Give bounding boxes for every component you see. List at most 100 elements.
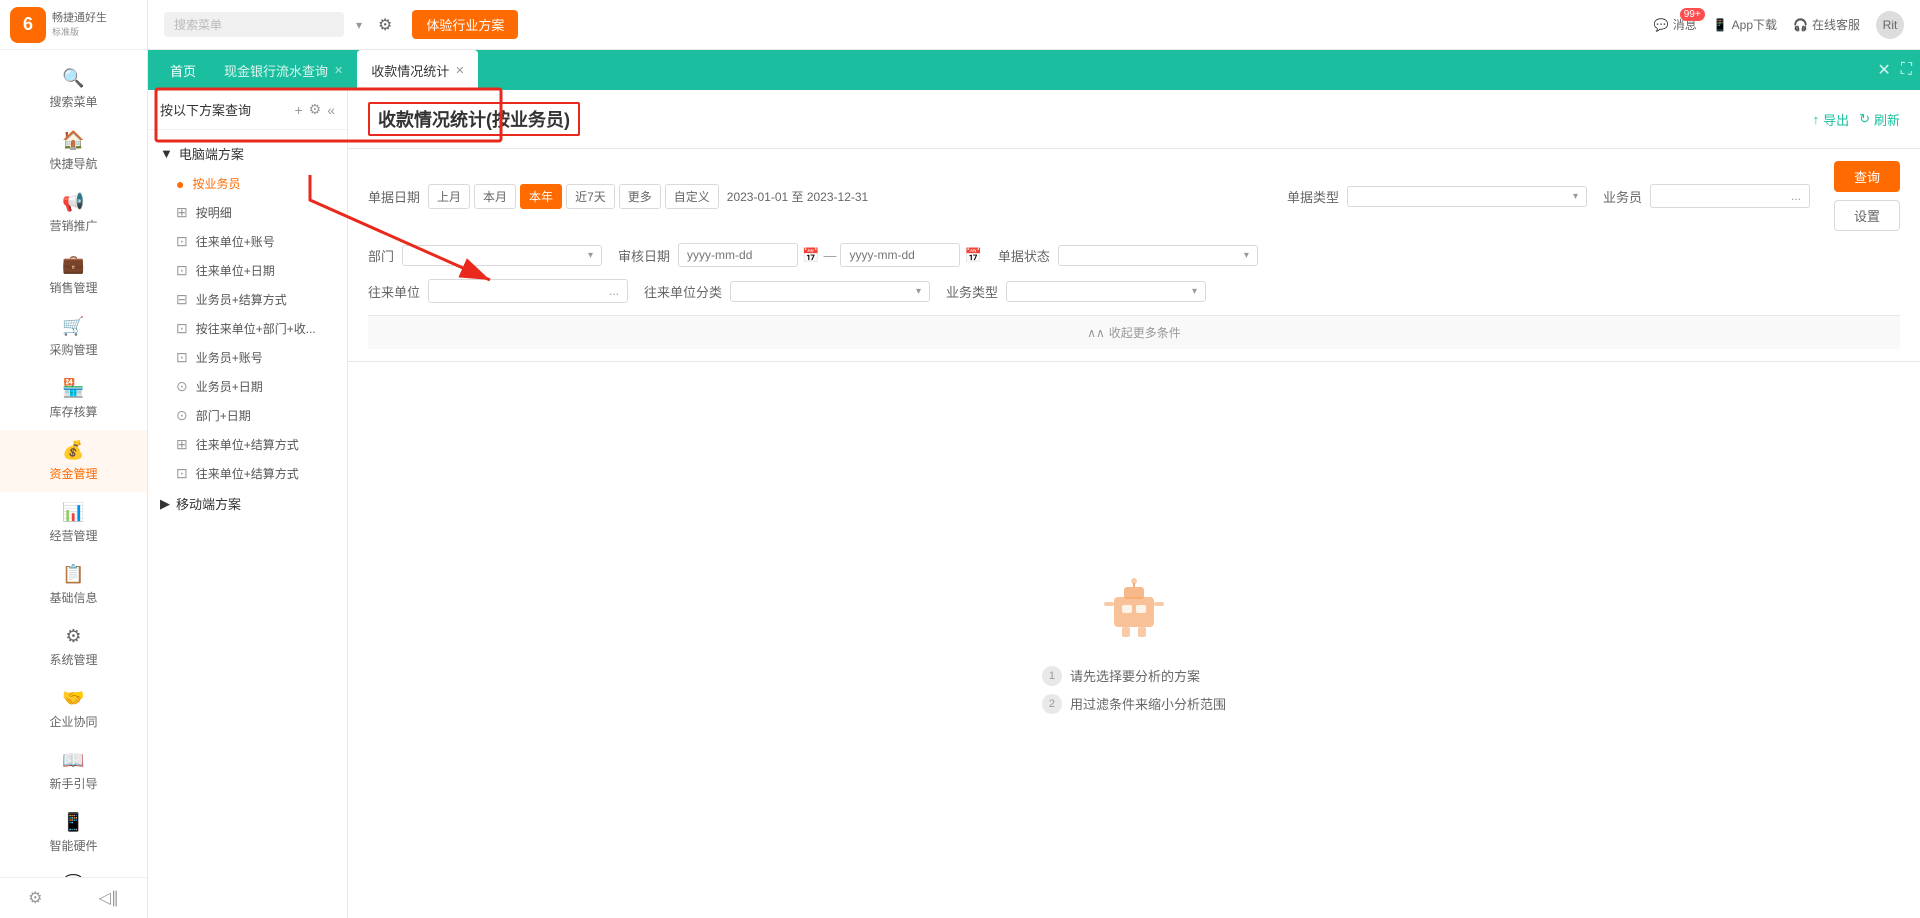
doctype-select[interactable]: ▾ [1347,186,1587,207]
scheme-title: 按以下方案查询 [160,100,251,119]
refresh-icon: ↻ [1859,111,1870,127]
sidebar-item-hardware[interactable]: 📱 智能硬件 [0,802,147,864]
collapse-label: 收起更多条件 [1109,324,1181,341]
scheme-setting-icon[interactable]: ⚙ [309,101,322,118]
sidebar-label-system: 系统管理 [49,651,97,668]
tab-close-all-icon[interactable]: ✕ [1877,60,1890,80]
sidebar-item-search[interactable]: 🔍 搜索菜单 [0,58,147,120]
sidebar-item-marketing[interactable]: 📢 营销推广 [0,182,147,244]
refresh-label: 刷新 [1874,110,1900,129]
scheme-item-sales-date[interactable]: ⊙ 业务员+日期 [148,372,347,401]
sidebar-item-guide[interactable]: 📖 新手引导 [0,740,147,802]
counterpart-type-select[interactable]: ▾ [730,281,930,302]
filter-review-item: 审核日期 📅 — 📅 [618,243,982,267]
user-avatar[interactable]: Rit [1876,11,1904,39]
sidebar-label-hardware: 智能硬件 [49,837,97,854]
sidebar-item-finance[interactable]: 💰 资金管理 [0,430,147,492]
setting-btn[interactable]: 设置 [1834,200,1900,231]
scheme-item-dept-date[interactable]: ⊙ 部门+日期 [148,401,347,430]
tab-home-label: 首页 [170,61,196,80]
topbar-dropdown-arrow[interactable]: ▾ [356,18,362,32]
review-date-to[interactable] [840,243,960,267]
scheme-item-partner-payment1[interactable]: ⊞ 往来单位+结算方式 [148,430,347,459]
docstatus-select[interactable]: ▾ [1058,245,1258,266]
topbar-right: 💬 消息 99+ 📱 App下载 🎧 在线客服 Rit [1654,11,1904,39]
scheme-add-icon[interactable]: + [294,102,302,118]
query-btn[interactable]: 查询 [1834,161,1900,192]
trial-btn[interactable]: 体验行业方案 [412,10,518,39]
scheme-group-mobile-header[interactable]: ▶ 移动端方案 [148,488,347,519]
date-btn-last-month[interactable]: 上月 [428,184,470,209]
dept-select[interactable]: ▾ [402,245,602,266]
inventory-icon: 🏪 [62,378,84,399]
counterpart-more[interactable]: ... [609,284,619,298]
scheme-group-arrow-right: ▶ [160,496,170,512]
scheme-item-sales-account[interactable]: ⊡ 业务员+账号 [148,343,347,372]
scheme-item-by-detail[interactable]: ⊞ 按明细 [148,198,347,227]
sidebar-item-collab[interactable]: 🤝 企业协同 [0,678,147,740]
message-badge: 99+ [1680,8,1705,21]
scheme-item-partner-date[interactable]: ⊡ 往来单位+日期 [148,256,347,285]
scheme-item-label-pd: 往来单位+日期 [196,262,275,279]
guide-icon: 📖 [62,750,84,771]
online-service-btn[interactable]: 🎧 在线客服 [1793,16,1860,33]
basic-icon: 📋 [62,564,84,585]
system-icon: ⚙ [65,626,81,647]
sidebar: 6 畅捷通好生 标准版 🔍 搜索菜单 🏠 快捷导航 📢 营销推广 💼 销售管理 … [0,0,148,918]
review-date-group: 📅 — 📅 [678,243,982,267]
tab-bank-flow[interactable]: 现金银行流水查询 ✕ [210,50,357,90]
settings-bottom-icon[interactable]: ⚙ [28,888,42,908]
scheme-item-icon-sd: ⊙ [176,378,188,395]
date-btn-this-month[interactable]: 本月 [474,184,516,209]
scheme-group-pc: ▼ 电脑端方案 ● 按业务员 ⊞ 按明细 ⊡ 往来单位+账号 [148,138,347,488]
sidebar-item-sales[interactable]: 💼 销售管理 [0,244,147,306]
date-btn-custom[interactable]: 自定义 [665,184,719,209]
export-icon: ↑ [1813,112,1820,127]
review-date-from[interactable] [678,243,798,267]
date-btn-more[interactable]: 更多 [619,184,661,209]
tab-collection-close[interactable]: ✕ [455,64,464,77]
message-icon: 💬 [1654,18,1669,32]
sidebar-logo: 6 畅捷通好生 标准版 [0,0,147,50]
app-download-btn[interactable]: 📱 App下载 [1713,16,1777,33]
filter-counterpart-type-item: 往来单位分类 ▾ [644,281,930,302]
scheme-item-partner-dept[interactable]: ⊡ 按往来单位+部门+收... [148,314,347,343]
scheme-item-label-sp: 业务员+结算方式 [196,291,287,308]
sidebar-label-collab: 企业协同 [49,713,97,730]
tab-home[interactable]: 首页 [156,50,210,90]
tab-fullscreen-icon[interactable]: ⛶ [1901,61,1912,79]
sidebar-item-inventory[interactable]: 🏪 库存核算 [0,368,147,430]
filter-counterpart-item: 往来单位 ... [368,279,628,303]
refresh-btn[interactable]: ↻ 刷新 [1859,110,1900,129]
sidebar-item-wechat[interactable]: 💬 企业微信 [0,864,147,877]
sidebar-label-finance: 资金管理 [49,465,97,482]
collapse-bar[interactable]: ∧∧ 收起更多条件 [368,315,1900,349]
scheme-collapse-icon[interactable]: « [327,102,335,118]
date-btn-this-year[interactable]: 本年 [520,184,562,209]
scheme-item-partner-account[interactable]: ⊡ 往来单位+账号 [148,227,347,256]
scheme-item-sales-payment[interactable]: ⊟ 业务员+结算方式 [148,285,347,314]
sidebar-item-quicknav[interactable]: 🏠 快捷导航 [0,120,147,182]
sidebar-item-system[interactable]: ⚙ 系统管理 [0,616,147,678]
collapse-sidebar-icon[interactable]: ◁∥ [99,888,119,908]
export-btn[interactable]: ↑ 导出 [1813,110,1850,129]
scheme-item-by-salesperson[interactable]: ● 按业务员 [148,169,347,198]
tab-collection-stats[interactable]: 收款情况统计 ✕ [357,50,478,90]
date-btn-7days[interactable]: 近7天 [566,184,615,209]
sidebar-item-purchase[interactable]: 🛒 采购管理 [0,306,147,368]
salesperson-more[interactable]: ... [1791,189,1801,203]
sidebar-nav: 🔍 搜索菜单 🏠 快捷导航 📢 营销推广 💼 销售管理 🛒 采购管理 🏪 库存核… [0,50,147,877]
scheme-item-partner-payment2[interactable]: ⊡ 往来单位+结算方式 [148,459,347,488]
empty-illustration-container [1094,567,1174,650]
page-actions: ↑ 导出 ↻ 刷新 [1813,110,1900,129]
sidebar-item-basic[interactable]: 📋 基础信息 [0,554,147,616]
scheme-group-pc-header[interactable]: ▼ 电脑端方案 [148,138,347,169]
sidebar-item-business[interactable]: 📊 经营管理 [0,492,147,554]
message-btn[interactable]: 💬 消息 99+ [1654,16,1697,33]
topbar-gear-icon[interactable]: ⚙ [378,15,392,35]
biztype-select[interactable]: ▾ [1006,281,1206,302]
tab-bank-close[interactable]: ✕ [334,64,343,77]
date-label: 单据日期 [368,187,420,206]
sidebar-label-sales: 销售管理 [49,279,97,296]
sidebar-label-purchase: 采购管理 [49,341,97,358]
